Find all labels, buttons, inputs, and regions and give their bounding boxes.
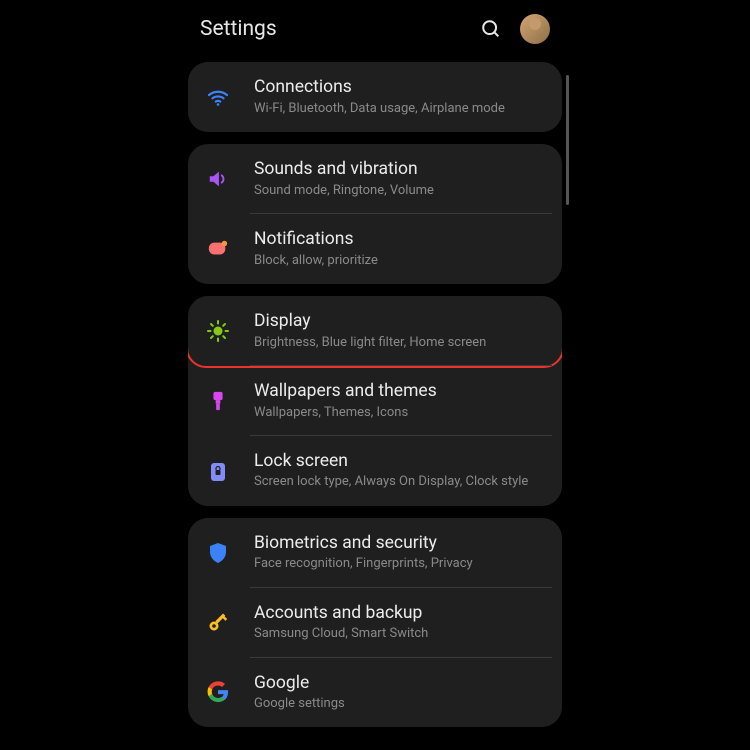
item-subtitle: Sound mode, Ringtone, Volume <box>254 182 548 200</box>
settings-screen: Settings <box>180 0 570 750</box>
item-text: Wallpapers and themes Wallpapers, Themes… <box>254 380 548 422</box>
brush-icon <box>204 387 232 415</box>
shield-icon <box>204 539 232 567</box>
item-title: Notifications <box>254 228 548 251</box>
item-text: Display Brightness, Blue light filter, H… <box>254 310 548 352</box>
search-icon[interactable] <box>480 18 502 40</box>
notifications-icon <box>204 235 232 263</box>
header-actions <box>480 14 550 44</box>
item-title: Display <box>254 310 548 333</box>
settings-group: Biometrics and security Face recognition… <box>188 518 562 728</box>
settings-item-lockscreen[interactable]: Lock screen Screen lock type, Always On … <box>188 436 562 506</box>
settings-item-display[interactable]: Display Brightness, Blue light filter, H… <box>188 296 562 368</box>
item-title: Wallpapers and themes <box>254 380 548 403</box>
settings-item-google[interactable]: Google Google settings <box>188 658 562 728</box>
item-subtitle: Google settings <box>254 695 548 713</box>
speaker-icon <box>204 165 232 193</box>
brightness-icon <box>204 317 232 345</box>
item-title: Lock screen <box>254 450 548 473</box>
header: Settings <box>180 0 570 62</box>
settings-item-notifications[interactable]: Notifications Block, allow, prioritize <box>188 214 562 284</box>
item-text: Sounds and vibration Sound mode, Rington… <box>254 158 548 200</box>
item-subtitle: Face recognition, Fingerprints, Privacy <box>254 555 548 573</box>
settings-item-wallpapers[interactable]: Wallpapers and themes Wallpapers, Themes… <box>188 366 562 436</box>
item-text: Accounts and backup Samsung Cloud, Smart… <box>254 602 548 644</box>
item-title: Biometrics and security <box>254 532 548 555</box>
item-subtitle: Wallpapers, Themes, Icons <box>254 404 548 422</box>
settings-group: Connections Wi-Fi, Bluetooth, Data usage… <box>188 62 562 132</box>
page-title: Settings <box>200 17 277 41</box>
item-subtitle: Brightness, Blue light filter, Home scre… <box>254 334 548 352</box>
item-title: Sounds and vibration <box>254 158 548 181</box>
settings-item-connections[interactable]: Connections Wi-Fi, Bluetooth, Data usage… <box>188 62 562 132</box>
settings-list: Connections Wi-Fi, Bluetooth, Data usage… <box>180 62 570 727</box>
lock-icon <box>204 457 232 485</box>
item-text: Lock screen Screen lock type, Always On … <box>254 450 548 492</box>
profile-avatar[interactable] <box>520 14 550 44</box>
item-text: Connections Wi-Fi, Bluetooth, Data usage… <box>254 76 548 118</box>
item-text: Notifications Block, allow, prioritize <box>254 228 548 270</box>
item-subtitle: Screen lock type, Always On Display, Clo… <box>254 473 548 491</box>
key-icon <box>204 609 232 637</box>
settings-group: Display Brightness, Blue light filter, H… <box>188 296 562 506</box>
item-title: Connections <box>254 76 548 99</box>
item-subtitle: Samsung Cloud, Smart Switch <box>254 625 548 643</box>
settings-item-accounts[interactable]: Accounts and backup Samsung Cloud, Smart… <box>188 588 562 658</box>
settings-group: Sounds and vibration Sound mode, Rington… <box>188 144 562 284</box>
item-title: Accounts and backup <box>254 602 548 625</box>
item-title: Google <box>254 672 548 695</box>
item-text: Google Google settings <box>254 672 548 714</box>
google-icon <box>204 678 232 706</box>
wifi-icon <box>204 83 232 111</box>
item-text: Biometrics and security Face recognition… <box>254 532 548 574</box>
settings-item-sounds[interactable]: Sounds and vibration Sound mode, Rington… <box>188 144 562 214</box>
scrollbar[interactable] <box>566 75 569 205</box>
settings-item-biometrics[interactable]: Biometrics and security Face recognition… <box>188 518 562 588</box>
item-subtitle: Block, allow, prioritize <box>254 252 548 270</box>
item-subtitle: Wi-Fi, Bluetooth, Data usage, Airplane m… <box>254 100 548 118</box>
